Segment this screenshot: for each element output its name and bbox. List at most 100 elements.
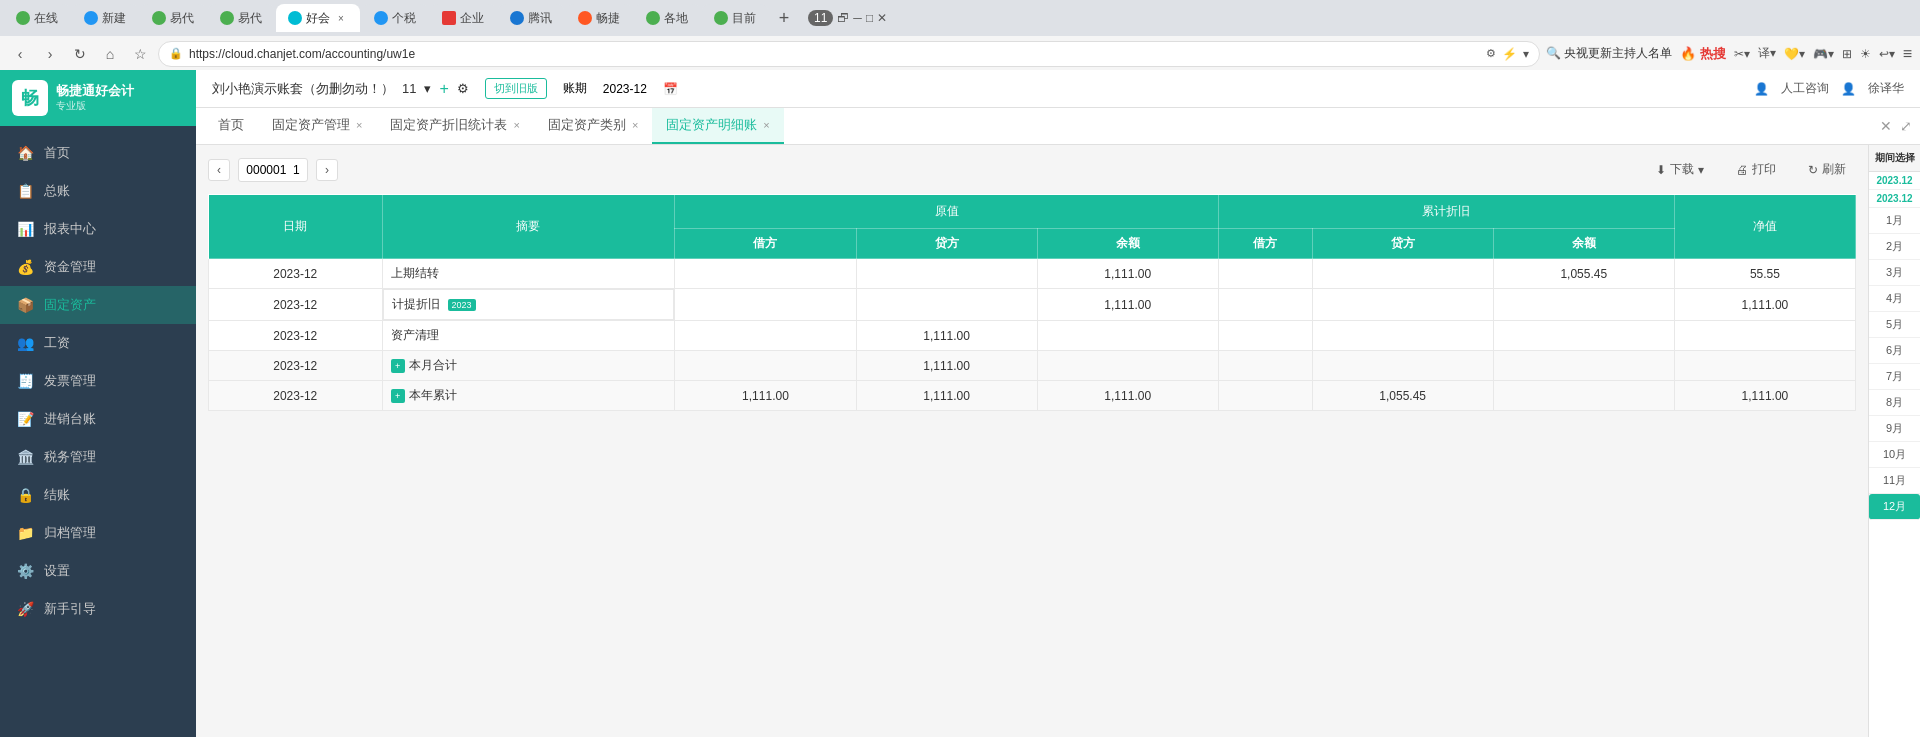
month-item-11[interactable]: 11月 — [1869, 468, 1920, 494]
translate-icon[interactable]: 译▾ — [1758, 45, 1776, 62]
sidebar-item-archive[interactable]: 📁 归档管理 — [0, 514, 196, 552]
restore-btn[interactable]: 🗗 — [837, 11, 849, 25]
tab-fixed-assets-mgmt[interactable]: 固定资产管理 × — [258, 108, 376, 144]
brightness-icon[interactable]: ☀ — [1860, 47, 1871, 61]
month-item-1[interactable]: 1月 — [1869, 208, 1920, 234]
dropdown-icon[interactable]: ▾ — [1523, 47, 1529, 61]
download-button[interactable]: ⬇ 下载 ▾ — [1646, 157, 1714, 182]
sidebar-item-home[interactable]: 🏠 首页 — [0, 134, 196, 172]
refresh-button[interactable]: ↻ 刷新 — [1798, 157, 1856, 182]
minimize-btn[interactable]: ─ — [853, 11, 862, 25]
refresh-button[interactable]: ↻ — [68, 42, 92, 66]
site-info-icon[interactable]: ⚙ — [1486, 47, 1496, 60]
reports-icon: 📊 — [16, 220, 34, 238]
dropdown-arrow-icon[interactable]: ▾ — [424, 81, 431, 96]
month-item-3[interactable]: 3月 — [1869, 260, 1920, 286]
sidebar-item-payroll[interactable]: 👥 工资 — [0, 324, 196, 362]
month-item-12[interactable]: 12月 — [1869, 494, 1920, 520]
home-button[interactable]: ⌂ — [98, 42, 122, 66]
customer-service-label[interactable]: 人工咨询 — [1781, 80, 1829, 97]
tab-fixed-assets-detail[interactable]: 固定资产明细账 × — [652, 108, 783, 144]
game-icon[interactable]: 🎮▾ — [1813, 47, 1834, 61]
tab-fixed-assets-category[interactable]: 固定资产类别 × — [534, 108, 652, 144]
sidebar-header: 畅 畅捷通好会计 专业版 — [0, 70, 196, 126]
tax-icon: 🏛️ — [16, 448, 34, 466]
invoices-icon: 🧾 — [16, 372, 34, 390]
month-item-4[interactable]: 4月 — [1869, 286, 1920, 312]
month-item-5[interactable]: 5月 — [1869, 312, 1920, 338]
month-item-7[interactable]: 7月 — [1869, 364, 1920, 390]
month-item-8[interactable]: 8月 — [1869, 390, 1920, 416]
sidebar-item-purchase-sales[interactable]: 📝 进销台账 — [0, 400, 196, 438]
maximize-btn[interactable]: □ — [866, 11, 873, 25]
next-page-button[interactable]: › — [316, 159, 338, 181]
history-icon[interactable]: ↩▾ — [1879, 47, 1895, 61]
tab-close-icon[interactable]: × — [632, 119, 638, 131]
collapse-panel-icon[interactable]: ✕ — [1880, 118, 1892, 134]
month-item-6[interactable]: 6月 — [1869, 338, 1920, 364]
sidebar-item-guide[interactable]: 🚀 新手引导 — [0, 590, 196, 628]
tab-close-icon[interactable]: × — [763, 119, 769, 131]
settings-gear-icon[interactable]: ⚙ — [457, 81, 469, 96]
prev-page-button[interactable]: ‹ — [208, 159, 230, 181]
sidebar-item-fixed-assets[interactable]: 📦 固定资产 — [0, 286, 196, 324]
browser-tab-5[interactable]: 好会 × — [276, 4, 360, 32]
search-hint: 🔍 央视更新主持人名单 — [1546, 45, 1672, 62]
period-end-date[interactable]: 2023.12 — [1869, 190, 1920, 208]
tab-depreciation-stats[interactable]: 固定资产折旧统计表 × — [376, 108, 533, 144]
expand-panel-icon[interactable]: ⤢ — [1900, 118, 1912, 134]
close-window-btn[interactable]: ✕ — [877, 11, 887, 25]
sidebar-item-tax[interactable]: 🏛️ 税务管理 — [0, 438, 196, 476]
browser-tab-3[interactable]: 易代 — [140, 4, 206, 32]
tab-close-icon[interactable]: × — [356, 119, 362, 131]
back-button[interactable]: ‹ — [8, 42, 32, 66]
forward-button[interactable]: › — [38, 42, 62, 66]
sidebar-item-reports[interactable]: 📊 报表中心 — [0, 210, 196, 248]
bookmark-button[interactable]: ☆ — [128, 42, 152, 66]
sidebar-item-invoices[interactable]: 🧾 发票管理 — [0, 362, 196, 400]
table-body: 2023-12 上期结转 1,111.00 1,055.45 55.55 — [209, 259, 1856, 411]
tab-home[interactable]: 首页 — [204, 108, 258, 144]
tab-close-icon[interactable]: × — [334, 11, 348, 25]
cut-icon[interactable]: ✂︎▾ — [1734, 47, 1750, 61]
month-item-10[interactable]: 10月 — [1869, 442, 1920, 468]
period-start-date[interactable]: 2023.12 — [1869, 172, 1920, 190]
print-button[interactable]: 🖨 打印 — [1726, 157, 1786, 182]
cell-debit-1 — [675, 259, 856, 289]
browser-tab-10[interactable]: 各地 — [634, 4, 700, 32]
browser-tab-4[interactable]: 易代 — [208, 4, 274, 32]
sidebar-item-closing[interactable]: 🔒 结账 — [0, 476, 196, 514]
sidebar-item-settings[interactable]: ⚙️ 设置 — [0, 552, 196, 590]
cell-debit-2 — [1218, 259, 1312, 289]
browser-tab-2[interactable]: 新建 — [72, 4, 138, 32]
browser-tab-9[interactable]: 畅捷 — [566, 4, 632, 32]
wallet-icon[interactable]: 💛▾ — [1784, 47, 1805, 61]
fixed-assets-icon: 📦 — [16, 296, 34, 314]
layout-icon[interactable]: ⊞ — [1842, 47, 1852, 61]
sidebar-item-label: 固定资产 — [44, 296, 96, 314]
menu-icon[interactable]: ≡ — [1903, 45, 1912, 63]
browser-tab-7[interactable]: 企业 — [430, 4, 496, 32]
month-item-2[interactable]: 2月 — [1869, 234, 1920, 260]
browser-tab-8[interactable]: 腾讯 — [498, 4, 564, 32]
new-tab-button[interactable]: + — [770, 4, 798, 32]
browser-tab-6[interactable]: 个税 — [362, 4, 428, 32]
switch-version-button[interactable]: 切到旧版 — [485, 78, 547, 99]
address-bar[interactable]: 🔒 https://cloud.chanjet.com/accounting/u… — [158, 41, 1540, 67]
browser-tab-1[interactable]: 在线 — [4, 4, 70, 32]
sidebar-item-funds[interactable]: 💰 资金管理 — [0, 248, 196, 286]
cell-balance-1 — [1037, 321, 1218, 351]
browser-tab-11[interactable]: 目前 — [702, 4, 768, 32]
month-item-9[interactable]: 9月 — [1869, 416, 1920, 442]
lightning-icon[interactable]: ⚡ — [1502, 47, 1517, 61]
cell-balance-1: 1,111.00 — [1037, 289, 1218, 321]
cell-balance-2: 1,055.45 — [1493, 259, 1674, 289]
page-input[interactable] — [238, 158, 308, 182]
calendar-icon[interactable]: 📅 — [663, 82, 678, 96]
tab-label: 在线 — [34, 10, 58, 27]
user-name[interactable]: 徐译华 — [1868, 80, 1904, 97]
browser-tab-bar: 在线 新建 易代 易代 好会 × 个税 企业 腾讯 — [0, 0, 1920, 36]
sidebar-item-ledger[interactable]: 📋 总账 — [0, 172, 196, 210]
tab-close-icon[interactable]: × — [513, 119, 519, 131]
add-account-btn[interactable]: + — [439, 80, 448, 98]
